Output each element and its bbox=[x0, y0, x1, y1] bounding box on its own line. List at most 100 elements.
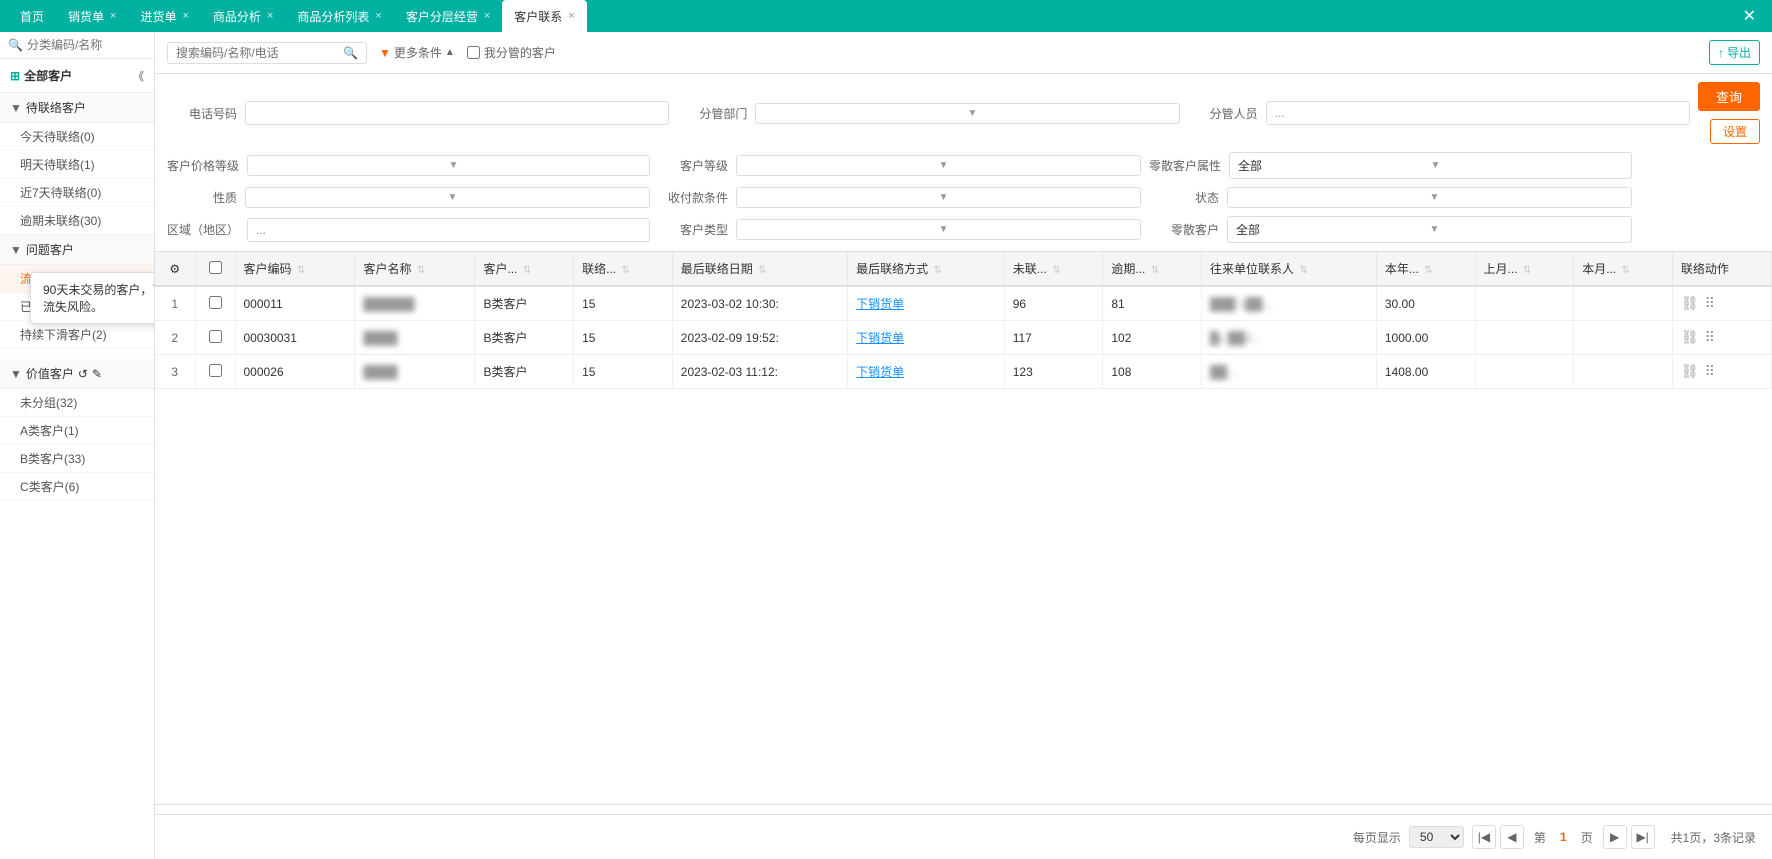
sidebar-item-overdue-pending[interactable]: 逾期未联络(30) bbox=[0, 207, 154, 235]
col-type: 客户... ⇅ bbox=[475, 252, 574, 286]
sort-icon-last-date[interactable]: ⇅ bbox=[758, 265, 766, 276]
my-customers-filter[interactable]: 我分管的客户 bbox=[467, 44, 556, 61]
sort-icon-last-month[interactable]: ⇅ bbox=[1523, 265, 1531, 276]
row-action-3: ⛓ ⠿ bbox=[1672, 355, 1771, 389]
sidebar-group-problem[interactable]: ▼ 问题客户 bbox=[0, 235, 154, 265]
sidebar-item-class-a[interactable]: A类客户(1) bbox=[0, 417, 154, 445]
sort-icon-contact[interactable]: ⇅ bbox=[621, 265, 629, 276]
phone-label: 电话号码 bbox=[167, 105, 237, 122]
tab-product-analysis[interactable]: 商品分析 × bbox=[201, 0, 285, 32]
row-last-type-2[interactable]: 下销货单 bbox=[848, 321, 1005, 355]
filter-person: 分管人员 ... bbox=[1188, 101, 1690, 125]
sort-icon-overdue[interactable]: ⇅ bbox=[1151, 265, 1159, 276]
sort-icon-name[interactable]: ⇅ bbox=[417, 265, 425, 276]
person-label: 分管人员 bbox=[1188, 105, 1258, 122]
status-select[interactable]: ▼ bbox=[1227, 187, 1632, 208]
tab-close-product-analysis[interactable]: × bbox=[267, 10, 273, 22]
payment-select[interactable]: ▼ bbox=[736, 187, 1141, 208]
tab-purchase-order[interactable]: 进货单 × bbox=[128, 0, 200, 32]
export-button[interactable]: ↑ 导出 bbox=[1709, 40, 1760, 65]
tab-product-analysis-list[interactable]: 商品分析列表 × bbox=[285, 0, 393, 32]
more-conditions-toggle[interactable]: ▼ 更多条件 ▲ bbox=[379, 44, 455, 61]
price-level-select[interactable]: ▼ bbox=[247, 155, 650, 176]
tab-customer-tier[interactable]: 客户分层经营 × bbox=[394, 0, 502, 32]
tab-close-product-list[interactable]: × bbox=[375, 10, 381, 22]
row-last-type-1[interactable]: 下销货单 bbox=[848, 286, 1005, 321]
sort-icon-code[interactable]: ⇅ bbox=[297, 265, 305, 276]
zero-attr-select[interactable]: 全部 ▼ bbox=[1229, 152, 1632, 179]
sort-icon-last-type[interactable]: ⇅ bbox=[934, 265, 942, 276]
region-input[interactable]: ... bbox=[247, 218, 650, 242]
sort-icon-unlink[interactable]: ⇅ bbox=[1052, 265, 1060, 276]
query-button[interactable]: 查询 bbox=[1698, 82, 1760, 111]
row-last-type-3[interactable]: 下销货单 bbox=[848, 355, 1005, 389]
person-input[interactable]: ... bbox=[1266, 101, 1690, 125]
horizontal-scroll-bar[interactable] bbox=[155, 804, 1772, 814]
per-page-select[interactable]: 50 20 100 bbox=[1409, 826, 1464, 848]
row-overdue-3: 108 bbox=[1103, 355, 1202, 389]
risk-tooltip: 90天未交易的客户，可能有流失风险。 bbox=[30, 272, 155, 324]
current-page: 1 bbox=[1556, 830, 1571, 844]
sidebar-item-tomorrow-pending[interactable]: 明天待联络(1) bbox=[0, 151, 154, 179]
menu-icon-3[interactable]: ⠿ bbox=[1705, 363, 1715, 380]
sidebar-search-input[interactable] bbox=[27, 38, 155, 52]
tab-sales-order[interactable]: 销货单 × bbox=[56, 0, 128, 32]
refresh-icon[interactable]: ↺ bbox=[78, 367, 88, 381]
search-input[interactable] bbox=[176, 46, 339, 60]
edit-icon[interactable]: ✎ bbox=[92, 367, 102, 381]
settings-button[interactable]: 设置 bbox=[1710, 119, 1760, 144]
table-settings-icon[interactable]: ⚙ bbox=[169, 262, 180, 276]
customer-level-select[interactable]: ▼ bbox=[736, 155, 1141, 176]
sidebar-item-class-c[interactable]: C类客户(6) bbox=[0, 473, 154, 501]
col-settings[interactable]: ⚙ bbox=[155, 252, 195, 286]
tab-home[interactable]: 首页 bbox=[8, 0, 56, 32]
phone-input[interactable] bbox=[245, 101, 669, 125]
row-checkbox-1[interactable] bbox=[209, 296, 222, 309]
gender-select[interactable]: ▼ bbox=[245, 187, 650, 208]
tab-customer-contact[interactable]: 客户联系 × bbox=[502, 0, 586, 32]
my-customers-checkbox[interactable] bbox=[467, 46, 480, 59]
sidebar-group-value[interactable]: ▼ 价值客户 ↺ ✎ bbox=[0, 359, 154, 389]
tab-close-purchase[interactable]: × bbox=[182, 10, 188, 22]
col-contact: 联络... ⇅ bbox=[574, 252, 673, 286]
sidebar-item-class-b[interactable]: B类客户(33) bbox=[0, 445, 154, 473]
sort-icon-type[interactable]: ⇅ bbox=[523, 265, 531, 276]
zero-customer-select[interactable]: 全部 ▼ bbox=[1227, 216, 1632, 243]
link-icon-3[interactable]: ⛓ bbox=[1681, 363, 1699, 380]
sidebar-group-pending[interactable]: ▼ 待联络客户 bbox=[0, 93, 154, 123]
next-page-button[interactable]: ▶ bbox=[1603, 825, 1627, 849]
sort-icon-unit[interactable]: ⇅ bbox=[1299, 265, 1307, 276]
link-icon-1[interactable]: ⛓ bbox=[1681, 295, 1699, 312]
sidebar-item-7days-pending[interactable]: 近7天待联络(0) bbox=[0, 179, 154, 207]
tab-close-sales[interactable]: × bbox=[110, 10, 116, 22]
sort-icon-this-month[interactable]: ⇅ bbox=[1622, 265, 1630, 276]
sidebar-item-today-pending[interactable]: 今天待联络(0) bbox=[0, 123, 154, 151]
menu-icon-2[interactable]: ⠿ bbox=[1705, 329, 1715, 346]
row-checkbox-3[interactable] bbox=[209, 364, 222, 377]
row-check-1[interactable] bbox=[195, 286, 235, 321]
row-checkbox-2[interactable] bbox=[209, 330, 222, 343]
sidebar-item-ungrouped[interactable]: 未分组(32) bbox=[0, 389, 154, 417]
customer-type-select[interactable]: ▼ bbox=[736, 219, 1141, 240]
dept-select[interactable]: ▼ bbox=[755, 103, 1179, 124]
tab-close-customer-contact[interactable]: × bbox=[568, 10, 574, 22]
menu-icon-1[interactable]: ⠿ bbox=[1705, 295, 1715, 312]
sidebar-all-customers[interactable]: ⊞ 全部客户 《 bbox=[0, 59, 154, 93]
select-all-checkbox[interactable] bbox=[209, 261, 222, 274]
last-page-button[interactable]: ▶| bbox=[1631, 825, 1655, 849]
prev-page-button[interactable]: ◀ bbox=[1500, 825, 1524, 849]
table-row: 2 00030031 ████ B类客户 15 2023-02-09 19:52… bbox=[155, 321, 1772, 355]
sidebar-item-declining[interactable]: 持续下滑客户(2) bbox=[0, 321, 154, 349]
row-this-month-2 bbox=[1574, 321, 1673, 355]
tab-close-customer-tier[interactable]: × bbox=[484, 10, 490, 22]
first-page-button[interactable]: |◀ bbox=[1472, 825, 1496, 849]
window-close-button[interactable]: ✕ bbox=[1735, 6, 1764, 26]
sidebar-collapse-icon[interactable]: 《 bbox=[133, 68, 144, 84]
row-check-2[interactable] bbox=[195, 321, 235, 355]
sort-icon-year[interactable]: ⇅ bbox=[1424, 265, 1432, 276]
link-icon-2[interactable]: ⛓ bbox=[1681, 329, 1699, 346]
row-check-3[interactable] bbox=[195, 355, 235, 389]
search-submit-icon[interactable]: 🔍 bbox=[343, 46, 358, 60]
col-unit-contact: 往来单位联系人 ⇅ bbox=[1202, 252, 1377, 286]
row-num-3: 3 bbox=[155, 355, 195, 389]
